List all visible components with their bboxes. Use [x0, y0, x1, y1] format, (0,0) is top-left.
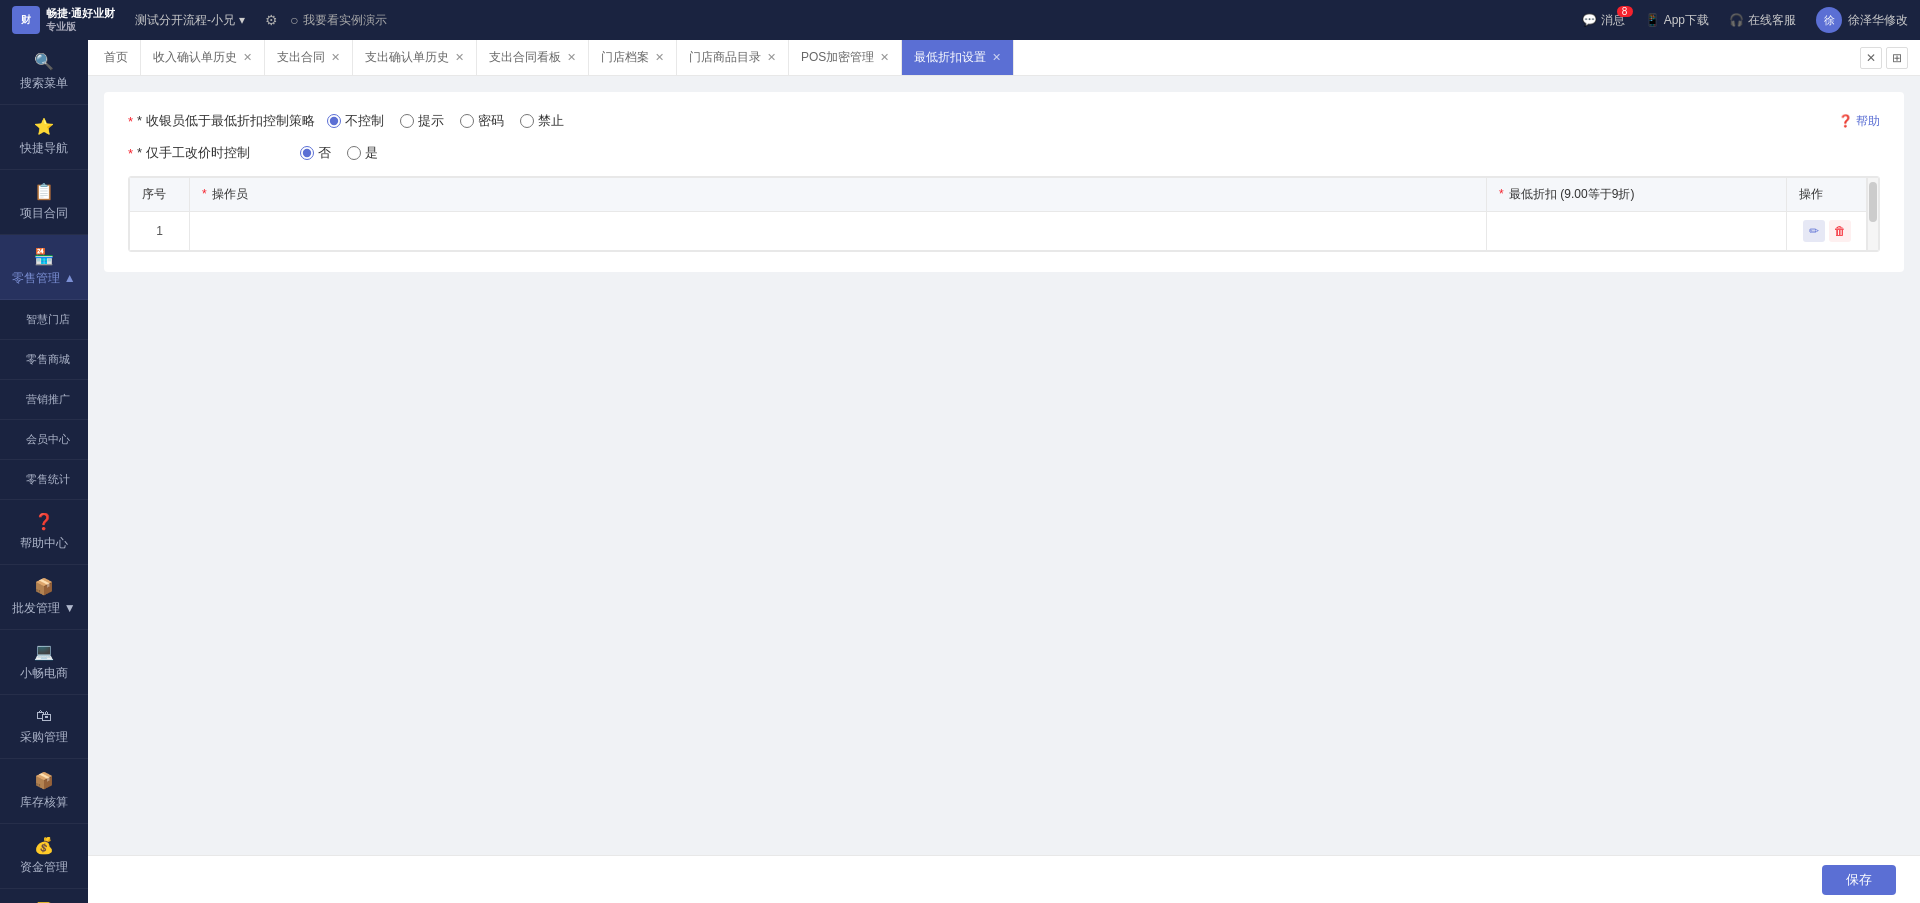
- sidebar-item-retail-mall[interactable]: 零售商城: [0, 340, 88, 380]
- message-badge: 8: [1617, 6, 1633, 17]
- content-area: 首页 收入确认单历史 ✕ 支出合同 ✕ 支出确认单历史 ✕ 支出合同看板 ✕ 门…: [88, 40, 1920, 903]
- tab-payment-contract[interactable]: 支出合同 ✕: [265, 40, 353, 75]
- money-icon: 💰: [34, 836, 54, 855]
- strategy-remind[interactable]: 提示: [400, 112, 444, 130]
- manual-control-form-row: * * 仅手工改价时控制 否 是: [128, 144, 1880, 162]
- sidebar-item-retail-stats[interactable]: 零售统计: [0, 460, 88, 500]
- app-edition: 专业版: [46, 20, 115, 34]
- inventory-icon: 📦: [34, 771, 54, 790]
- table-scrollbar[interactable]: [1867, 177, 1879, 251]
- manual-control-radio-group: 否 是: [300, 144, 378, 162]
- strategy-no-control[interactable]: 不控制: [327, 112, 384, 130]
- edit-row-button[interactable]: ✏: [1803, 220, 1825, 242]
- sidebar-item-member-center[interactable]: 会员中心: [0, 420, 88, 460]
- table-row: 1 ✏ 🗑: [130, 212, 1867, 251]
- col-header-min-discount: * 最低折扣 (9.00等于9折): [1487, 178, 1787, 212]
- sidebar-item-purchase-mgmt[interactable]: 🛍 采购管理: [0, 695, 88, 759]
- tab-pos-password[interactable]: POS加密管理 ✕: [789, 40, 902, 75]
- help-link[interactable]: ❓ 帮助: [1838, 113, 1880, 130]
- delete-row-button[interactable]: 🗑: [1829, 220, 1851, 242]
- tab-store-file[interactable]: 门店档案 ✕: [589, 40, 677, 75]
- settings-form-card: * * 收银员低于最低折扣控制策略 不控制 提示: [104, 92, 1904, 272]
- tab-store-product[interactable]: 门店商品目录 ✕: [677, 40, 789, 75]
- star-icon: ⭐: [34, 117, 54, 136]
- strategy-forbid[interactable]: 禁止: [520, 112, 564, 130]
- sidebar-item-project-contract[interactable]: 📋 项目合同: [0, 170, 88, 235]
- tab-close-income-confirm[interactable]: ✕: [243, 52, 252, 63]
- logo-icon: 财: [12, 6, 40, 34]
- app-name: 畅捷·通好业财: [46, 6, 115, 20]
- tab-income-confirm[interactable]: 收入确认单历史 ✕: [141, 40, 265, 75]
- sidebar-item-marketing[interactable]: 营销推广: [0, 380, 88, 420]
- shopping-icon: 🛍: [36, 707, 52, 725]
- store-icon: 🏪: [34, 247, 54, 266]
- discount-table-wrapper: 序号 * 操作员 * 最低折扣 (9.00等于9折): [128, 176, 1880, 252]
- manual-no[interactable]: 否: [300, 144, 331, 162]
- settings-icon[interactable]: ⚙: [265, 12, 278, 28]
- tab-payment-board[interactable]: 支出合同看板 ✕: [477, 40, 589, 75]
- sidebar-item-smart-store[interactable]: 智慧门店: [0, 300, 88, 340]
- app-logo: 财 畅捷·通好业财 专业版: [12, 6, 115, 34]
- app-download-button[interactable]: 📱 App下载: [1645, 12, 1709, 29]
- sidebar-item-retail-mgmt[interactable]: 🏪 零售管理 ▲: [0, 235, 88, 300]
- sidebar-item-search-menu[interactable]: 🔍 搜索菜单: [0, 40, 88, 105]
- pc-icon: 💻: [34, 642, 54, 661]
- tab-close-payment-confirm[interactable]: ✕: [455, 52, 464, 63]
- tab-close-min-discount[interactable]: ✕: [992, 52, 1001, 63]
- tab-payment-confirm[interactable]: 支出确认单历史 ✕: [353, 40, 477, 75]
- tab-close-payment-board[interactable]: ✕: [567, 52, 576, 63]
- online-service-button[interactable]: 🎧 在线客服: [1729, 12, 1796, 29]
- tab-home[interactable]: 首页: [92, 40, 141, 75]
- demo-link[interactable]: ○ 我要看实例演示: [290, 12, 386, 29]
- sidebar-item-inventory[interactable]: 📦 库存核算: [0, 759, 88, 824]
- sidebar-item-capital-mgmt[interactable]: 💰 资金管理: [0, 824, 88, 889]
- cell-operator: [190, 212, 1487, 251]
- tab-actions: ✕ ⊞: [1852, 47, 1916, 69]
- tab-close-store-product[interactable]: ✕: [767, 52, 776, 63]
- box-icon: 📦: [34, 577, 54, 596]
- tab-close-pos-password[interactable]: ✕: [880, 52, 889, 63]
- tab-close-payment-contract[interactable]: ✕: [331, 52, 340, 63]
- sidebar-item-help-center[interactable]: ❓ 帮助中心: [0, 500, 88, 565]
- main-layout: 🔍 搜索菜单 ⭐ 快捷导航 📋 项目合同 🏪 零售管理 ▲ 智慧门店 零售商城 …: [0, 40, 1920, 903]
- user-menu[interactable]: 徐 徐泽华修改: [1816, 7, 1908, 33]
- top-bar-right: 💬 消息 8 📱 App下载 🎧 在线客服 徐 徐泽华修改: [1582, 7, 1908, 33]
- sidebar-item-ecommerce[interactable]: 💻 小畅电商: [0, 630, 88, 695]
- sidebar-item-quick-nav[interactable]: ⭐ 快捷导航: [0, 105, 88, 170]
- manual-yes[interactable]: 是: [347, 144, 378, 162]
- tab-min-discount[interactable]: 最低折扣设置 ✕: [902, 40, 1014, 75]
- save-button[interactable]: 保存: [1822, 865, 1896, 895]
- col-header-action: 操作: [1787, 178, 1867, 212]
- discount-table: 序号 * 操作员 * 最低折扣 (9.00等于9折): [129, 177, 1867, 251]
- manual-control-label: * * 仅手工改价时控制: [128, 144, 288, 162]
- tab-close-all-button[interactable]: ✕: [1860, 47, 1882, 69]
- top-bar: 财 畅捷·通好业财 专业版 测试分开流程-小兄 ▾ ⚙ ○ 我要看实例演示 💬 …: [0, 0, 1920, 40]
- col-header-seq: 序号: [130, 178, 190, 212]
- strategy-label: * * 收银员低于最低折扣控制策略: [128, 112, 315, 130]
- strategy-form-row: * * 收银员低于最低折扣控制策略 不控制 提示: [128, 112, 1880, 130]
- cell-action: ✏ 🗑: [1787, 212, 1867, 251]
- tab-bar: 首页 收入确认单历史 ✕ 支出合同 ✕ 支出确认单历史 ✕ 支出合同看板 ✕ 门…: [88, 40, 1920, 76]
- project-selector[interactable]: 测试分开流程-小兄 ▾: [127, 10, 253, 31]
- page-content: * * 收银员低于最低折扣控制策略 不控制 提示: [88, 76, 1920, 855]
- search-icon: 🔍: [34, 52, 54, 71]
- user-avatar: 徐: [1816, 7, 1842, 33]
- message-button[interactable]: 💬 消息 8: [1582, 12, 1625, 29]
- clipboard-icon: 📋: [34, 182, 54, 201]
- strategy-password[interactable]: 密码: [460, 112, 504, 130]
- strategy-radio-group: 不控制 提示 密码 禁止: [327, 112, 564, 130]
- tab-more-button[interactable]: ⊞: [1886, 47, 1908, 69]
- cell-min-discount: [1487, 212, 1787, 251]
- cell-seq: 1: [130, 212, 190, 251]
- sidebar-item-ledger[interactable]: 📒 总账管理: [0, 889, 88, 903]
- sidebar-item-batch-mgmt[interactable]: 📦 批发管理 ▼: [0, 565, 88, 630]
- sidebar: 🔍 搜索菜单 ⭐ 快捷导航 📋 项目合同 🏪 零售管理 ▲ 智慧门店 零售商城 …: [0, 40, 88, 903]
- page-footer: 保存: [88, 855, 1920, 903]
- tab-close-store-file[interactable]: ✕: [655, 52, 664, 63]
- col-header-operator: * 操作员: [190, 178, 1487, 212]
- help-icon: ❓: [34, 512, 54, 531]
